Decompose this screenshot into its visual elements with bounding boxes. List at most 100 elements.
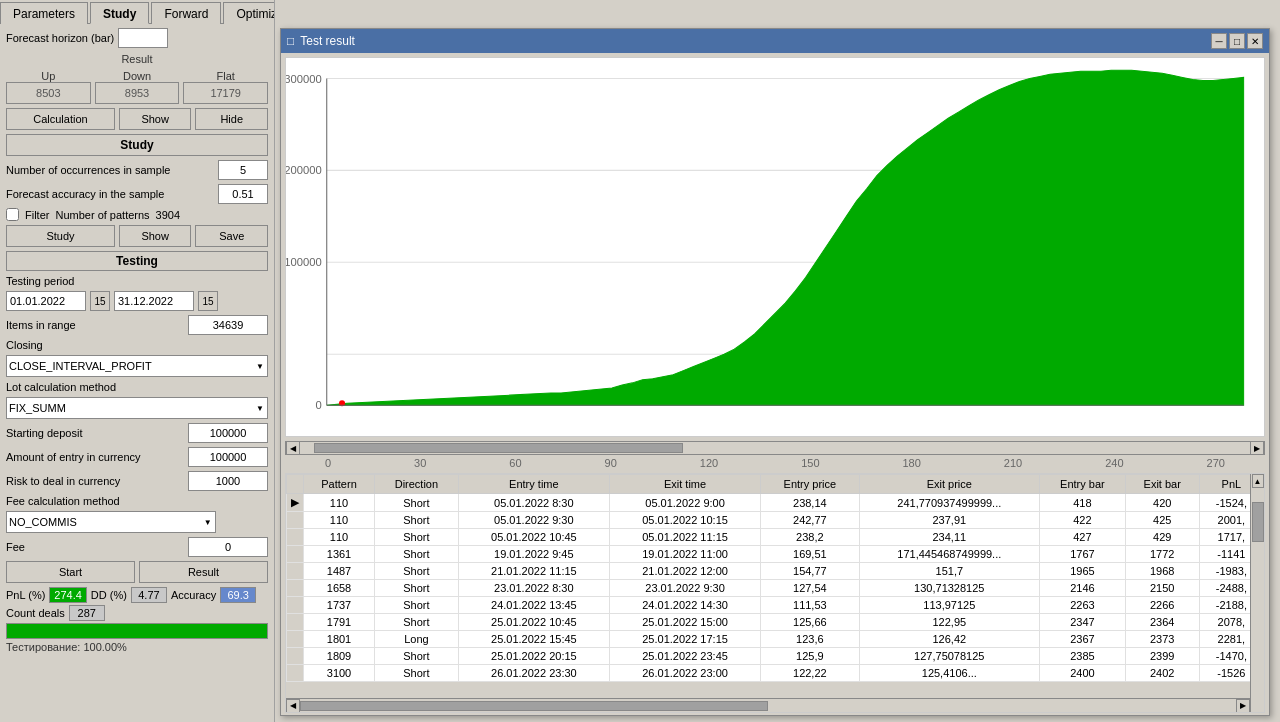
entry_bar-cell: 1767: [1040, 546, 1126, 563]
scroll-right-arrow[interactable]: ▶: [1250, 441, 1264, 455]
testing-period-label: Testing period: [6, 275, 75, 287]
entry_time-cell: 24.01.2022 13:45: [458, 597, 609, 614]
study-buttons-row: Study Show Save: [6, 225, 268, 247]
table-row[interactable]: 110Short05.01.2022 10:4505.01.2022 11:15…: [287, 529, 1264, 546]
table-row[interactable]: 1658Short23.01.2022 8:3023.01.2022 9:301…: [287, 580, 1264, 597]
tab-parameters[interactable]: Parameters: [0, 2, 88, 24]
exit_bar-cell: 2266: [1125, 597, 1199, 614]
entry_time-cell: 05.01.2022 10:45: [458, 529, 609, 546]
vertical-scrollbar[interactable]: ▲: [1250, 474, 1264, 712]
exit-bar-header[interactable]: Exit bar: [1125, 475, 1199, 494]
bottom-scroll-left[interactable]: ◀: [286, 699, 300, 713]
pattern-cell: 110: [304, 529, 375, 546]
exit_time-cell: 24.01.2022 14:30: [609, 597, 760, 614]
table-row[interactable]: 1809Short25.01.2022 20:1525.01.2022 23:4…: [287, 648, 1264, 665]
table-row[interactable]: 1361Short19.01.2022 9:4519.01.2022 11:00…: [287, 546, 1264, 563]
result-button[interactable]: Result: [139, 561, 268, 583]
direction-header[interactable]: Direction: [375, 475, 459, 494]
result-labels-row: Result: [6, 52, 268, 66]
amount-input[interactable]: [188, 447, 268, 467]
risk-input[interactable]: [188, 471, 268, 491]
exit_price-cell: 125,4106...: [859, 665, 1040, 682]
exit-price-header[interactable]: Exit price: [859, 475, 1040, 494]
calendar-end-button[interactable]: 15: [198, 291, 218, 311]
risk-label: Risk to deal in currency: [6, 475, 120, 487]
scroll-up-arrow[interactable]: ▲: [1252, 474, 1264, 488]
testing-end-input[interactable]: [114, 291, 194, 311]
pattern-cell: 1361: [304, 546, 375, 563]
entry_bar-cell: 2400: [1040, 665, 1126, 682]
exit_price-cell: 122,95: [859, 614, 1040, 631]
fee-calc-label-row: Fee calculation method: [6, 495, 268, 507]
deposit-input[interactable]: [188, 423, 268, 443]
table-header-row: Pattern Direction Entry time Exit time E…: [287, 475, 1264, 494]
exit_bar-cell: 1968: [1125, 563, 1199, 580]
entry_time-cell: 21.01.2022 11:15: [458, 563, 609, 580]
forecast-horizon-row: Forecast horizon (bar): [6, 28, 268, 48]
entry-bar-header[interactable]: Entry bar: [1040, 475, 1126, 494]
exit-time-header[interactable]: Exit time: [609, 475, 760, 494]
occurrences-input[interactable]: [218, 160, 268, 180]
row-selector-header: [287, 475, 304, 494]
table-row[interactable]: ▶110Short05.01.2022 8:3005.01.2022 9:002…: [287, 494, 1264, 512]
entry_bar-cell: 2367: [1040, 631, 1126, 648]
tab-study[interactable]: Study: [90, 2, 149, 24]
bottom-scroll-thumb[interactable]: [300, 701, 768, 711]
testing-period-inputs-row: 15 15: [6, 291, 268, 311]
tab-optimization[interactable]: Optimization: [223, 2, 275, 24]
table-row[interactable]: 1487Short21.01.2022 11:1521.01.2022 12:0…: [287, 563, 1264, 580]
bottom-scroll-right[interactable]: ▶: [1236, 699, 1250, 713]
start-result-row: Start Result: [6, 561, 268, 583]
exit_time-cell: 26.01.2022 23:00: [609, 665, 760, 682]
scrollbar-thumb-vertical[interactable]: [1252, 502, 1264, 542]
filter-checkbox[interactable]: [6, 208, 19, 221]
scroll-thumb[interactable]: [314, 443, 683, 453]
maximize-button[interactable]: □: [1229, 33, 1245, 49]
table-row[interactable]: 1791Short25.01.2022 10:4525.01.2022 15:0…: [287, 614, 1264, 631]
entry-time-header[interactable]: Entry time: [458, 475, 609, 494]
minimize-button[interactable]: ─: [1211, 33, 1227, 49]
entry_price-cell: 154,77: [761, 563, 859, 580]
table-row[interactable]: 1801Long25.01.2022 15:4525.01.2022 17:15…: [287, 631, 1264, 648]
pattern-header[interactable]: Pattern: [304, 475, 375, 494]
flat-label: Flat: [183, 70, 268, 82]
calculation-button[interactable]: Calculation: [6, 108, 115, 130]
panel-content: Forecast horizon (bar) Result Up Down Fl…: [0, 24, 274, 722]
scroll-left-arrow[interactable]: ◀: [286, 441, 300, 455]
items-in-range-input[interactable]: [188, 315, 268, 335]
table-row[interactable]: 1737Short24.01.2022 13:4524.01.2022 14:3…: [287, 597, 1264, 614]
fee-row: Fee: [6, 537, 268, 557]
direction-cell: Long: [375, 631, 459, 648]
entry-price-header[interactable]: Entry price: [761, 475, 859, 494]
start-button[interactable]: Start: [6, 561, 135, 583]
forecast-horizon-input[interactable]: [118, 28, 168, 48]
pattern-cell: 3100: [304, 665, 375, 682]
calendar-start-button[interactable]: 15: [90, 291, 110, 311]
show-button[interactable]: Show: [119, 108, 192, 130]
close-button[interactable]: ✕: [1247, 33, 1263, 49]
closing-select[interactable]: CLOSE_INTERVAL_PROFIT: [6, 355, 268, 377]
study-main-button[interactable]: Study: [6, 134, 268, 156]
hide-button[interactable]: Hide: [195, 108, 268, 130]
table-row[interactable]: 3100Short26.01.2022 23:3026.01.2022 23:0…: [287, 665, 1264, 682]
show-second-button[interactable]: Show: [119, 225, 192, 247]
entry_time-cell: 19.01.2022 9:45: [458, 546, 609, 563]
entry_bar-cell: 427: [1040, 529, 1126, 546]
tab-forward[interactable]: Forward: [151, 2, 221, 24]
study-second-button[interactable]: Study: [6, 225, 115, 247]
fee-input[interactable]: [188, 537, 268, 557]
accuracy-stat-value: 69.3: [220, 587, 256, 603]
fee-calc-select[interactable]: NO_COMMIS: [6, 511, 216, 533]
bottom-scroll-track: [300, 701, 1236, 711]
accuracy-input[interactable]: [218, 184, 268, 204]
testing-start-input[interactable]: [6, 291, 86, 311]
up-label: Up: [6, 70, 91, 82]
pnl-value: 274.4: [49, 587, 87, 603]
table-row[interactable]: 110Short05.01.2022 9:3005.01.2022 10:152…: [287, 512, 1264, 529]
save-button[interactable]: Save: [195, 225, 268, 247]
x-label-90: 90: [605, 457, 617, 469]
lot-calc-select[interactable]: FIX_SUMM: [6, 397, 268, 419]
entry_price-cell: 122,22: [761, 665, 859, 682]
direction-cell: Short: [375, 614, 459, 631]
entry_price-cell: 125,9: [761, 648, 859, 665]
